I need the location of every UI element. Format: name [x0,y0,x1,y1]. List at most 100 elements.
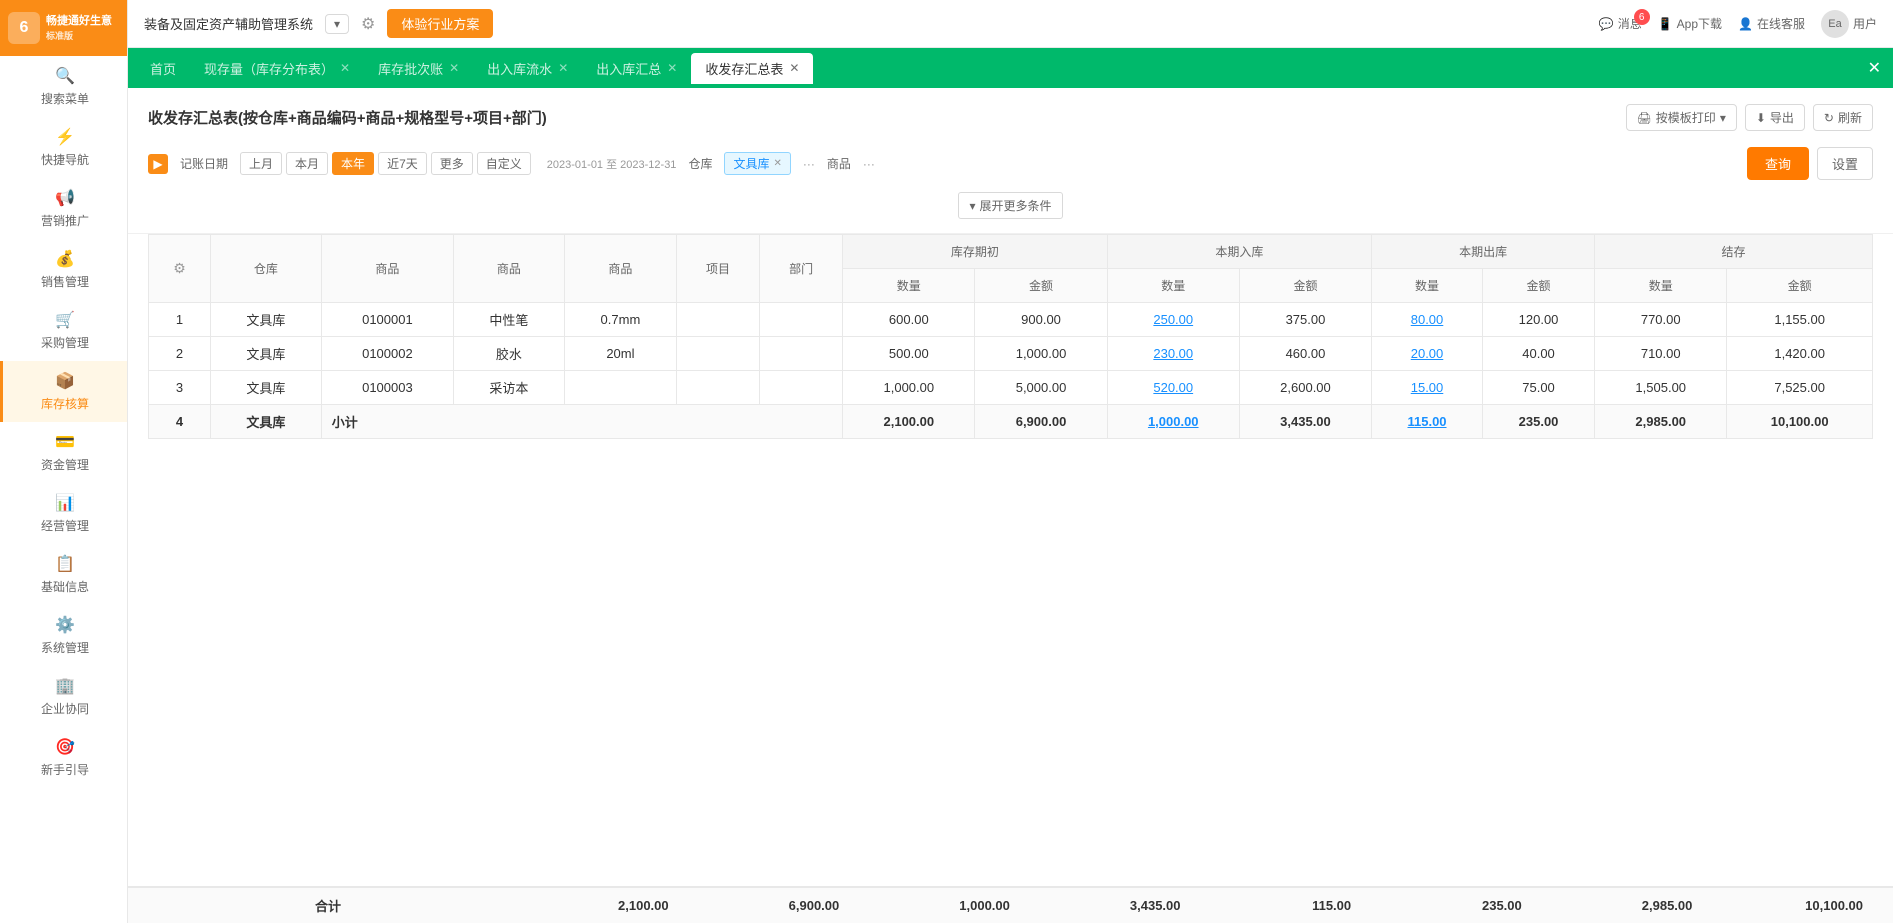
app-download-btn[interactable]: 📱 App下载 [1658,15,1722,32]
download-icon: 📱 [1658,17,1673,31]
sidebar-item-label: 企业协同 [41,700,89,717]
cell-bal-amt: 1,155.00 [1727,303,1873,337]
settings-btn[interactable]: 设置 [1817,147,1873,180]
query-btn[interactable]: 查询 [1747,147,1809,180]
cell-in-qty[interactable]: 230.00 [1107,337,1239,371]
sidebar-item-label: 基础信息 [41,578,89,595]
cell-init-amt: 1,000.00 [975,337,1107,371]
total-init-qty: 2,100.00 [508,898,679,913]
sidebar-item-quick[interactable]: ⚡ 快捷导航 [0,117,127,178]
col-init-header: 库存期初 [843,235,1107,269]
subtotal-init-amt: 6,900.00 [975,405,1107,439]
print-btn[interactable]: 🖨 按模板打印 ▾ [1626,104,1737,131]
page-title: 收发存汇总表(按仓库+商品编码+商品+规格型号+项目+部门) [148,107,547,128]
online-service-btn[interactable]: 👤 在线客服 [1738,15,1805,32]
warehouse-more[interactable]: ··· [803,157,815,171]
col-out-header: 本期出库 [1372,235,1595,269]
tab-close-flow[interactable]: ✕ [558,61,568,75]
cell-out-qty[interactable]: 80.00 [1372,303,1483,337]
sidebar-item-sales[interactable]: 💰 销售管理 [0,239,127,300]
date-btn-custom[interactable]: 自定义 [477,152,531,175]
sidebar-item-search[interactable]: 🔍 搜索菜单 [0,56,127,117]
col-init-qty-header: 数量 [843,269,975,303]
sidebar-item-enterprise[interactable]: 🏢 企业协同 [0,666,127,727]
tab-close-recv-send[interactable]: ✕ [789,61,799,75]
date-btn-this-year[interactable]: 本年 [332,152,374,175]
cell-warehouse: 文具库 [210,337,321,371]
total-in-qty: 1,000.00 [849,898,1020,913]
col-bal-qty-header: 数量 [1595,269,1727,303]
cell-out-qty[interactable]: 20.00 [1372,337,1483,371]
avatar: Ea [1821,10,1849,38]
date-btn-more[interactable]: 更多 [431,152,473,175]
refresh-btn[interactable]: ↻ 刷新 [1813,104,1873,131]
col-out-qty-header: 数量 [1372,269,1483,303]
system-dropdown[interactable]: ▾ [325,14,349,34]
tabs-bar: 首页 现存量（库存分布表） ✕ 库存批次账 ✕ 出入库流水 ✕ 出入库汇总 ✕ … [128,48,1893,88]
tab-flow[interactable]: 出入库流水 ✕ [473,53,582,84]
total-init-amt: 6,900.00 [679,898,850,913]
tab-summary-io[interactable]: 出入库汇总 ✕ [582,53,691,84]
sidebar-item-finance[interactable]: 💳 资金管理 [0,422,127,483]
export-btn[interactable]: ⬇ 导出 [1745,104,1805,131]
tab-close-batch[interactable]: ✕ [449,61,459,75]
col-spec-header: 商品 [564,235,676,303]
date-range-display: 2023-01-01 至 2023-12-31 [547,156,677,172]
date-btn-last-month[interactable]: 上月 [240,152,282,175]
tab-recv-send[interactable]: 收发存汇总表 ✕ [691,53,813,84]
date-group: 上月 本月 本年 近7天 更多 自定义 [240,152,531,175]
total-out-amt: 235.00 [1361,898,1532,913]
table-settings-icon[interactable]: ⚙ [173,260,186,276]
sidebar-item-label: 系统管理 [41,639,89,656]
sidebar-item-operations[interactable]: 📊 经营管理 [0,483,127,544]
sidebar-item-label: 快捷导航 [41,151,89,168]
expand-label: 展开更多条件 [980,197,1052,214]
cell-out-amt: 75.00 [1482,371,1594,405]
cell-no: 2 [149,337,211,371]
sidebar-item-system[interactable]: ⚙️ 系统管理 [0,605,127,666]
cell-in-qty[interactable]: 520.00 [1107,371,1239,405]
warehouse-tag-close[interactable]: ✕ [773,158,781,169]
gear-icon[interactable]: ⚙ [361,14,375,34]
user-btn[interactable]: Ea 用户 [1821,10,1877,38]
experience-btn[interactable]: 体验行业方案 [387,9,493,38]
cell-in-qty[interactable]: 250.00 [1107,303,1239,337]
tab-stock-dist[interactable]: 现存量（库存分布表） ✕ [190,53,364,84]
tab-close-stock-dist[interactable]: ✕ [340,61,350,75]
total-label: 合计 [148,896,508,915]
filter-area: ▶ 记账日期 上月 本月 本年 近7天 更多 自定义 2023-01-01 至 … [128,139,1893,234]
sidebar-item-purchase[interactable]: 🛒 采购管理 [0,300,127,361]
cell-spec: 20ml [564,337,676,371]
tab-label: 库存批次账 [378,59,443,78]
cell-out-qty[interactable]: 15.00 [1372,371,1483,405]
col-in-amt-header: 金额 [1239,269,1371,303]
sidebar-item-guide[interactable]: 🎯 新手引导 [0,727,127,788]
sidebar-item-marketing[interactable]: 📢 营销推广 [0,178,127,239]
tab-label: 出入库汇总 [596,59,661,78]
table-row: 3 文具库 0100003 采访本 1,000.00 5,000.00 520.… [149,371,1873,405]
print-icon: 🖨 [1637,111,1652,125]
subtotal-bal-qty: 2,985.00 [1595,405,1727,439]
sidebar-item-inventory[interactable]: 📦 库存核算 [0,361,127,422]
tab-batch[interactable]: 库存批次账 ✕ [364,53,473,84]
data-table: ⚙ 仓库 商品 商品 商品 项目 部门 库存期初 本期入库 本期出库 结存 [148,234,1873,439]
goods-filter-label: 商品 [827,155,851,172]
system-title: 装备及固定资产辅助管理系统 [144,14,313,33]
total-out-qty: 115.00 [1191,898,1362,913]
expand-conditions-btn[interactable]: ▾ 展开更多条件 [958,192,1062,219]
tabs-close-all[interactable]: ✕ [1864,54,1885,82]
sidebar-item-basic[interactable]: 📋 基础信息 [0,544,127,605]
total-values: 2,100.00 6,900.00 1,000.00 3,435.00 115.… [508,898,1873,913]
message-btn[interactable]: 💬 消息 6 [1599,15,1642,32]
filter-toggle-btn[interactable]: ▶ [148,154,168,174]
tab-close-summary-io[interactable]: ✕ [667,61,677,75]
date-btn-7days[interactable]: 近7天 [378,152,427,175]
app-name: 畅捷通好生意 [46,14,112,29]
tab-home[interactable]: 首页 [136,53,190,84]
enterprise-icon: 🏢 [55,676,75,696]
cell-spec: 0.7mm [564,303,676,337]
total-bal-qty: 2,985.00 [1532,898,1703,913]
cell-warehouse: 文具库 [210,303,321,337]
goods-more[interactable]: ··· [863,157,875,171]
date-btn-this-month[interactable]: 本月 [286,152,328,175]
